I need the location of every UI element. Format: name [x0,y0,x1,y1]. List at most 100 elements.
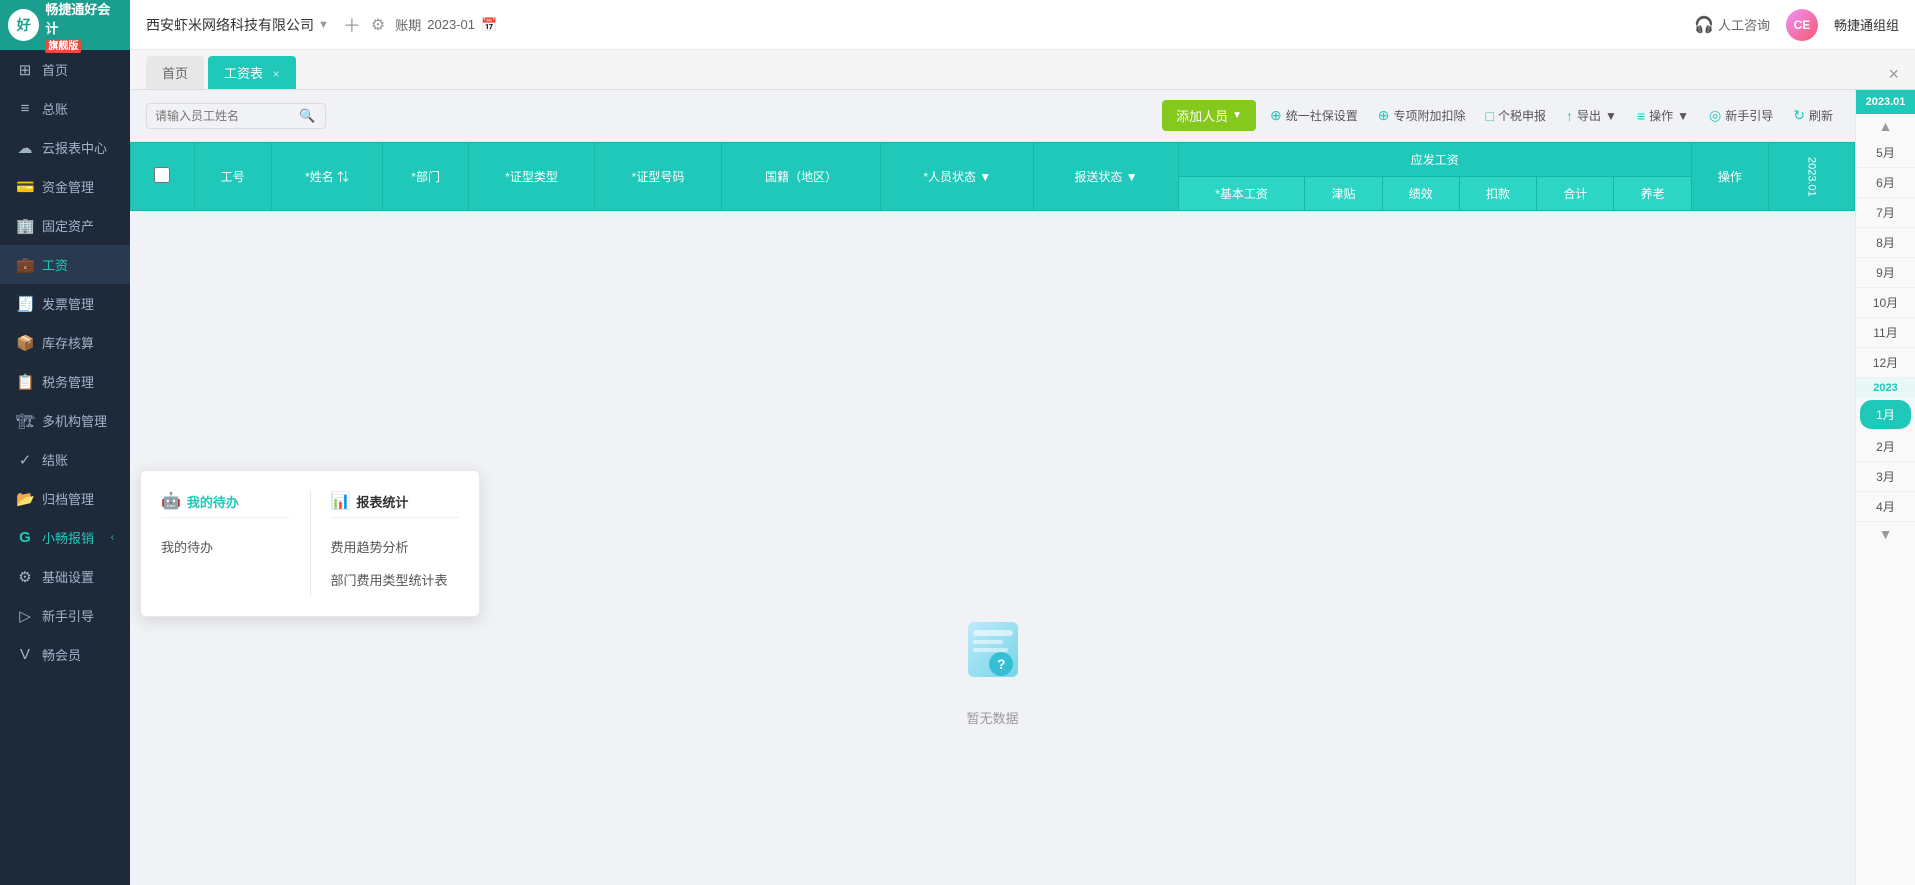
sort-icon[interactable]: ⇅ [337,170,349,184]
headset-icon: 🎧 [1694,15,1714,35]
tab-close-icon[interactable]: × [273,67,280,81]
tabbar: 首页 工资表 × × [130,50,1915,90]
cal-month-1[interactable]: 1月 [1860,400,1911,430]
cal-month-9[interactable]: 9月 [1856,258,1915,288]
company-dropdown-icon: ▼ [318,19,329,31]
filter-icon2[interactable]: ▼ [1126,170,1138,184]
popup-col1-label: 我的待办 [187,492,239,511]
export-button[interactable]: ↑ 导出 ▼ [1560,103,1623,128]
cal-month-4[interactable]: 4月 [1856,492,1915,522]
sidebar-item-label: 多机构管理 [42,411,107,430]
mywork-icon: 🤖 [161,491,181,511]
username-display: 畅捷通组组 [1834,15,1899,34]
cal-month-12[interactable]: 12月 [1856,348,1915,378]
sidebar-item-multi-org[interactable]: 🏗 多机构管理 [0,401,130,440]
th-bonus: 津贴 [1305,177,1382,211]
filter-icon[interactable]: ▼ [979,170,991,184]
sidebar-item-xiaochang[interactable]: G 小畅报销 ‹ [0,518,130,557]
assets-icon: 🏢 [16,217,34,235]
th-pension: 养老 [1614,177,1691,211]
period-value: 2023-01 [427,17,475,32]
sidebar-item-inventory[interactable]: 📦 库存核算 [0,323,130,362]
refresh-icon: ↻ [1793,107,1805,124]
calendar-icon[interactable]: 📅 [481,17,497,33]
cal-month-3[interactable]: 3月 [1856,462,1915,492]
sidebar-item-label: 新手引导 [42,606,94,625]
sidebar-item-invoice[interactable]: 🧾 发票管理 [0,284,130,323]
th-report-status: 报送状态 ▼ [1034,143,1179,211]
special-deduct-button[interactable]: ⊕ 专项附加扣除 [1372,103,1472,128]
settings-button[interactable]: ⚙ [371,15,385,35]
sidebar-item-checkout[interactable]: ✓ 结账 [0,440,130,479]
operations-icon: ≡ [1637,108,1645,124]
fund-icon: 💳 [16,178,34,196]
guide-icon: ▷ [16,607,34,625]
cal-month-7[interactable]: 7月 [1856,198,1915,228]
sidebar-item-fixed-assets[interactable]: 🏢 固定资产 [0,206,130,245]
sidebar-item-fund[interactable]: 💳 资金管理 [0,167,130,206]
popup-item-trend[interactable]: 费用趋势分析 [331,530,460,563]
th-operations: 操作 [1691,143,1768,211]
th-cert-type: *证型类型 [468,143,595,211]
social-security-button[interactable]: ⊕ 统一社保设置 [1264,103,1364,128]
tax-declaration-button[interactable]: □ 个税申报 [1480,103,1552,128]
search-box: 🔍 [146,103,326,129]
sidebar-logo: 好 畅捷通好会计 旗舰版 [0,0,130,50]
service-button[interactable]: 🎧 人工咨询 [1694,15,1770,35]
cal-year-2023-label: 2023 [1856,378,1915,398]
sidebar-item-tax[interactable]: 📋 税务管理 [0,362,130,401]
sidebar-item-ledger[interactable]: ≡ 总账 [0,89,130,128]
topbar: 西安虾米网络科技有限公司 ▼ ＋ ⚙ 账期 2023-01 📅 🎧 人工咨询 C… [130,0,1915,50]
tax-declaration-label: 个税申报 [1498,107,1546,124]
cal-month-10[interactable]: 10月 [1856,288,1915,318]
sidebar-item-member[interactable]: V 畅会员 [0,635,130,674]
add-company-button[interactable]: ＋ [343,12,361,38]
company-selector[interactable]: 西安虾米网络科技有限公司 ▼ [146,15,329,35]
invoice-icon: 🧾 [16,295,34,313]
salary-icon: 💼 [16,256,34,274]
logo-title: 畅捷通好会计 [45,0,122,37]
popup-divider [310,491,311,596]
cal-month-5[interactable]: 5月 [1856,138,1915,168]
logo-icon: 好 [8,9,39,41]
sidebar-item-basic-settings[interactable]: ⚙ 基础设置 [0,557,130,596]
sidebar-item-label: 小畅报销 [42,528,94,547]
cal-month-2[interactable]: 2月 [1856,432,1915,462]
tab-salary-table[interactable]: 工资表 × [208,56,296,89]
cal-prev-button[interactable]: ▲ [1856,114,1915,138]
export-dropdown-icon: ▼ [1605,109,1617,123]
cal-next-button[interactable]: ▼ [1856,522,1915,546]
sidebar-item-label: 固定资产 [42,216,94,235]
cal-month-8[interactable]: 8月 [1856,228,1915,258]
popup-col1-title: 🤖 我的待办 [161,491,290,518]
popup-item-mywork[interactable]: 我的待办 [161,530,290,563]
sidebar-item-home[interactable]: ⊞ 首页 [0,50,130,89]
sidebar-item-archive[interactable]: 📂 归档管理 [0,479,130,518]
service-label: 人工咨询 [1718,15,1770,34]
social-security-label: 统一社保设置 [1286,107,1358,124]
new-guide-button[interactable]: ◎ 新手引导 [1703,103,1779,128]
inventory-icon: 📦 [16,334,34,352]
operations-button[interactable]: ≡ 操作 ▼ [1631,103,1695,128]
sidebar-item-cloud-report[interactable]: ☁ 云报表中心 [0,128,130,167]
main-body: 🔍 添加人员 ▼ ⊕ 统一社保设置 ⊕ 专项附加扣除 □ 个税申报 [130,90,1915,885]
popup-item-dept-stats[interactable]: 部门费用类型统计表 [331,563,460,596]
sidebar-item-new-guide[interactable]: ▷ 新手引导 [0,596,130,635]
content-inner: 🔍 添加人员 ▼ ⊕ 统一社保设置 ⊕ 专项附加扣除 □ 个税申报 [130,90,1855,885]
sidebar-item-salary[interactable]: 💼 工资 [0,245,130,284]
tab-home[interactable]: 首页 [146,56,204,89]
th-deduction: 扣款 [1459,177,1536,211]
select-all-checkbox[interactable] [154,167,170,183]
search-input[interactable] [155,109,295,123]
cal-month-11[interactable]: 11月 [1856,318,1915,348]
topbar-right: 🎧 人工咨询 CE 畅捷通组组 [1694,9,1899,41]
expand-icon: ‹ [111,532,114,543]
operations-dropdown-icon: ▼ [1677,109,1689,123]
cal-month-6[interactable]: 6月 [1856,168,1915,198]
sidebar: 好 畅捷通好会计 旗舰版 ⊞ 首页 ≡ 总账 ☁ 云报表中心 💳 资金管理 🏢 … [0,0,130,885]
tab-close-all-icon[interactable]: × [1888,64,1899,85]
sidebar-item-label: 库存核算 [42,333,94,352]
th-salary-group: 应发工资 [1178,143,1691,177]
add-person-button[interactable]: 添加人员 ▼ [1162,100,1256,131]
refresh-button[interactable]: ↻ 刷新 [1787,103,1839,128]
